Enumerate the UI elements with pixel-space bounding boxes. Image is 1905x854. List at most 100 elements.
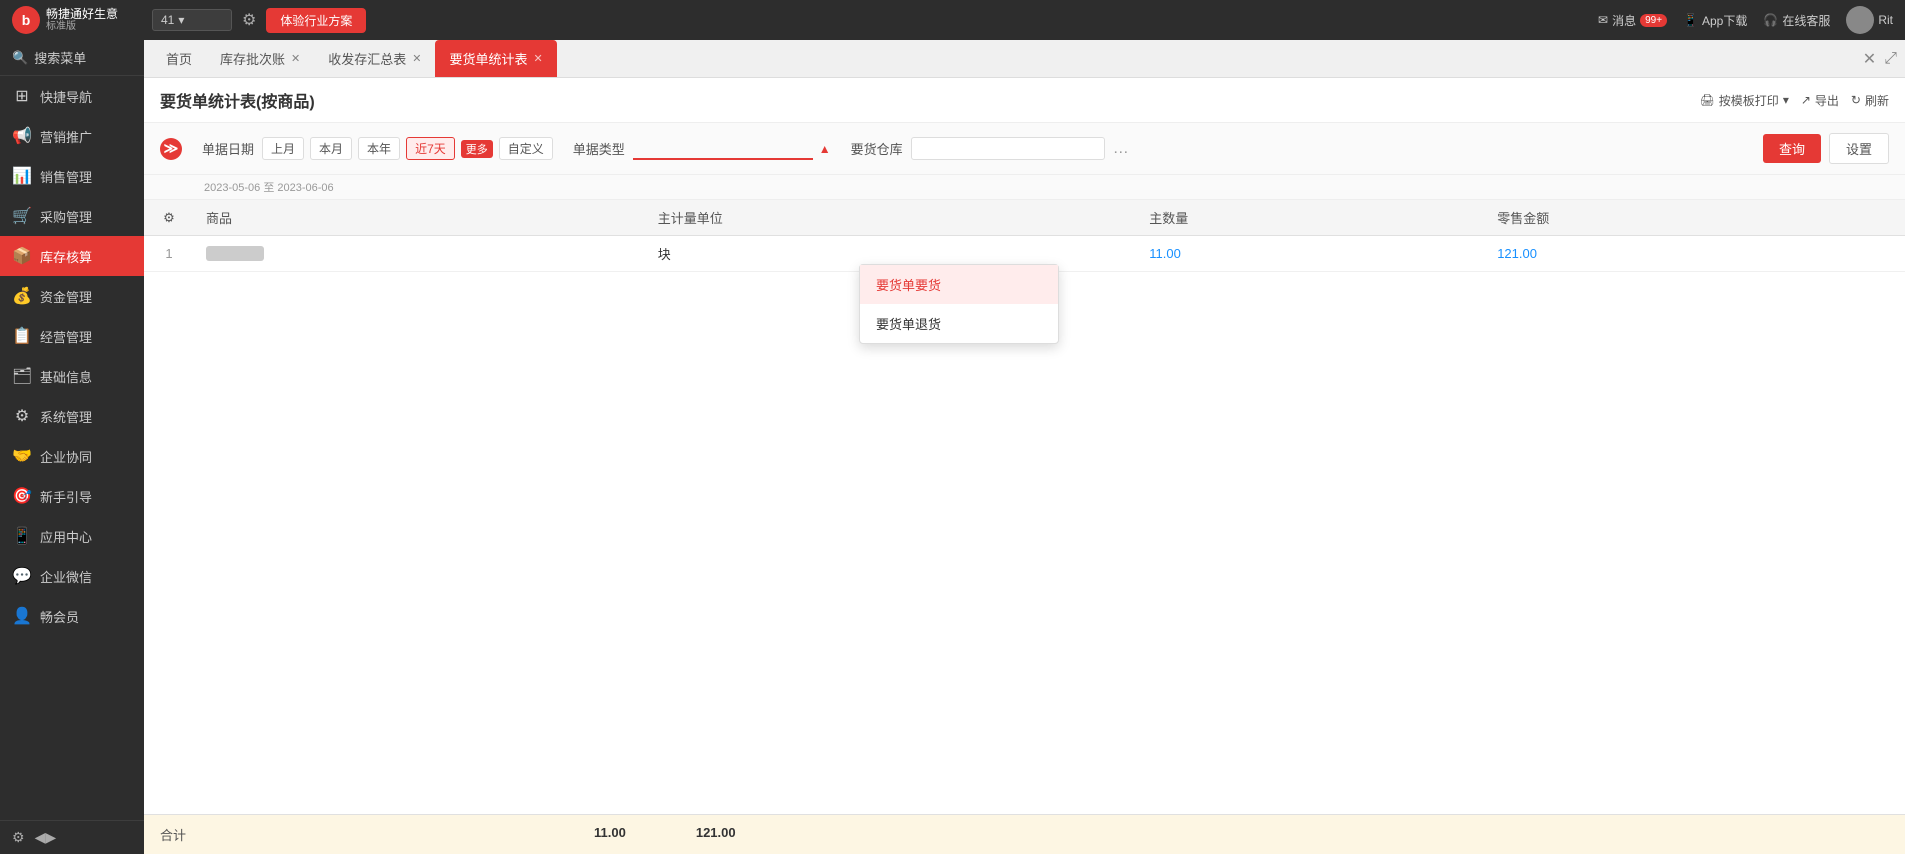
sidebar-footer: ⚙ ◀▶ xyxy=(0,820,144,854)
tab-inventory-batch[interactable]: 库存批次账 ✕ xyxy=(206,40,314,77)
sidebar-item-label: 畅会员 xyxy=(40,607,79,626)
tab-bar-actions: ✕ ⤢ xyxy=(1863,49,1897,69)
member-icon: 👤 xyxy=(12,606,32,626)
sidebar-item-purchase[interactable]: 🛒采购管理 xyxy=(0,196,144,236)
goods-col-header: 商品 xyxy=(194,200,646,236)
dropdown-item-return[interactable]: 要货单退货 xyxy=(860,304,1058,343)
tab-label: 首页 xyxy=(166,49,192,68)
user-area[interactable]: Rit xyxy=(1846,6,1893,34)
sidebar-item-quick-nav[interactable]: ⊞快捷导航 xyxy=(0,76,144,116)
app-icon: 📱 xyxy=(1683,13,1698,27)
tab-close-icon[interactable]: ✕ xyxy=(412,52,421,65)
filter-expand-button[interactable]: ≫ xyxy=(160,138,182,160)
sidebar-item-finance[interactable]: 💰资金管理 xyxy=(0,276,144,316)
logo-sub: 标准版 xyxy=(46,21,118,33)
refresh-button[interactable]: ↻ 刷新 xyxy=(1851,92,1889,109)
sidebar-item-inventory[interactable]: 📦库存核算 xyxy=(0,236,144,276)
sidebar-search[interactable]: 🔍 搜索菜单 xyxy=(0,40,144,76)
data-table: ⚙ 商品 主计量单位 主数量 零售金额 1 块 11.00 121.00 xyxy=(144,200,1905,272)
settings-button[interactable]: 设置 xyxy=(1829,133,1889,164)
guide-icon: 🎯 xyxy=(12,486,32,506)
date-btn-this-month[interactable]: 本月 xyxy=(310,137,352,160)
amount-col-header: 零售金额 xyxy=(1485,200,1905,236)
sidebar-item-marketing[interactable]: 📢营销推广 xyxy=(0,116,144,156)
query-button[interactable]: 查询 xyxy=(1763,134,1821,163)
sidebar-item-label: 新手引导 xyxy=(40,487,92,506)
date-more-badge[interactable]: 更多 xyxy=(461,140,493,158)
logo-area: b 畅捷通好生意 标准版 xyxy=(12,6,142,34)
export-icon: ↗ xyxy=(1801,93,1811,107)
date-btn-custom[interactable]: 自定义 xyxy=(499,137,553,160)
sidebar-item-enterprise[interactable]: 🤝企业协同 xyxy=(0,436,144,476)
search-icon: 🔍 xyxy=(12,50,28,66)
warehouse-label: 要货仓库 xyxy=(851,139,903,158)
print-icon: 🖨 xyxy=(1700,93,1715,107)
quantity-col-header: 主数量 xyxy=(1137,200,1485,236)
close-all-icon[interactable]: ✕ xyxy=(1863,49,1876,69)
sidebar-item-app-center[interactable]: 📱 应用中心 xyxy=(0,516,144,556)
sidebar-item-label: 销售管理 xyxy=(40,167,92,186)
tab-label: 收发存汇总表 xyxy=(328,49,406,68)
inventory-icon: 📦 xyxy=(12,246,32,266)
settings-icon[interactable]: ⚙ xyxy=(12,829,25,846)
unit-col-header: 主计量单位 xyxy=(646,200,1138,236)
dropdown-item-incoming[interactable]: 要货单要货 xyxy=(860,265,1058,304)
tab-count-selector[interactable]: 41 ▾ xyxy=(152,9,232,31)
app-download-button[interactable]: 📱 App下载 xyxy=(1683,12,1747,29)
message-icon: ✉ xyxy=(1598,13,1608,27)
sidebar-item-label: 企业协同 xyxy=(40,447,92,466)
tab-order-stat[interactable]: 要货单统计表 ✕ xyxy=(435,40,556,77)
header-right: ✉ 消息 99+ 📱 App下载 🎧 在线客服 Rit xyxy=(1598,6,1893,34)
tab-home[interactable]: 首页 xyxy=(152,40,206,77)
app-center-icon: 📱 xyxy=(12,526,32,546)
sidebar-item-guide[interactable]: 🎯 新手引导 xyxy=(0,476,144,516)
sidebar-item-label: 资金管理 xyxy=(40,287,92,306)
type-input[interactable] xyxy=(633,137,813,160)
message-badge: 99+ xyxy=(1640,14,1667,27)
gear-icon[interactable]: ⚙ xyxy=(163,210,175,225)
wechat-icon: 💬 xyxy=(12,566,32,586)
date-btn-7days[interactable]: 近7天 xyxy=(406,137,455,160)
sidebar-item-operation[interactable]: 📋经营管理 xyxy=(0,316,144,356)
page-content: 要货单统计表(按商品) 🖨 按模板打印 ▾ ↗ 导出 ↻ 刷新 xyxy=(144,78,1905,854)
row-index: 1 xyxy=(144,236,194,272)
total-row: 合计 11.00 121.00 xyxy=(144,814,1905,854)
collapse-button[interactable]: ◀▶ xyxy=(35,829,57,846)
sidebar-item-sales[interactable]: 📊销售管理 xyxy=(0,156,144,196)
chevron-up-icon[interactable]: ▲ xyxy=(819,142,831,156)
warehouse-input[interactable] xyxy=(911,137,1105,160)
expand-icon[interactable]: ⤢ xyxy=(1884,50,1897,68)
sidebar: 🔍 搜索菜单 ⊞快捷导航📢营销推广📊销售管理🛒采购管理📦库存核算💰资金管理📋经营… xyxy=(0,40,144,854)
user-name: Rit xyxy=(1878,13,1893,27)
sidebar-item-label: 系统管理 xyxy=(40,407,92,426)
export-button[interactable]: ↗ 导出 xyxy=(1801,92,1839,109)
type-label: 单据类型 xyxy=(573,139,625,158)
table-wrapper: ⚙ 商品 主计量单位 主数量 零售金额 1 块 11.00 121.00 xyxy=(144,200,1905,272)
tab-close-icon[interactable]: ✕ xyxy=(534,52,543,65)
date-btn-last-month[interactable]: 上月 xyxy=(262,137,304,160)
date-btn-this-year[interactable]: 本年 xyxy=(358,137,400,160)
industry-button[interactable]: 体验行业方案 xyxy=(266,8,366,33)
tab-receive-summary[interactable]: 收发存汇总表 ✕ xyxy=(314,40,435,77)
sidebar-item-wechat[interactable]: 💬企业微信 xyxy=(0,556,144,596)
tab-bar: 首页库存批次账 ✕收发存汇总表 ✕要货单统计表 ✕ ✕ ⤢ xyxy=(144,40,1905,78)
sidebar-item-label: 基础信息 xyxy=(40,367,92,386)
logo-icon: b xyxy=(12,6,40,34)
tab-close-icon[interactable]: ✕ xyxy=(291,52,300,65)
gear-col-header[interactable]: ⚙ xyxy=(144,200,194,236)
logo-main: 畅捷通好生意 xyxy=(46,7,118,21)
top-header: b 畅捷通好生意 标准版 41 ▾ ⚙ 体验行业方案 ✉ 消息 99+ 📱 Ap… xyxy=(0,0,1905,40)
more-icon[interactable]: … xyxy=(1113,140,1129,158)
date-range-text: 2023-05-06 至 2023-06-06 xyxy=(144,175,1905,200)
print-button[interactable]: 🖨 按模板打印 ▾ xyxy=(1700,92,1789,109)
sidebar-item-system[interactable]: ⚙系统管理 xyxy=(0,396,144,436)
date-label: 单据日期 xyxy=(202,139,254,158)
sidebar-item-basic[interactable]: 🗂基础信息 xyxy=(0,356,144,396)
online-service-button[interactable]: 🎧 在线客服 xyxy=(1763,12,1830,29)
total-amount: 121.00 xyxy=(696,825,736,844)
sidebar-item-label: 应用中心 xyxy=(40,527,92,546)
app-download-label: App下载 xyxy=(1702,12,1747,29)
gear-icon[interactable]: ⚙ xyxy=(242,10,256,30)
message-button[interactable]: ✉ 消息 99+ xyxy=(1598,12,1667,29)
sidebar-item-member[interactable]: 👤 畅会员 xyxy=(0,596,144,636)
